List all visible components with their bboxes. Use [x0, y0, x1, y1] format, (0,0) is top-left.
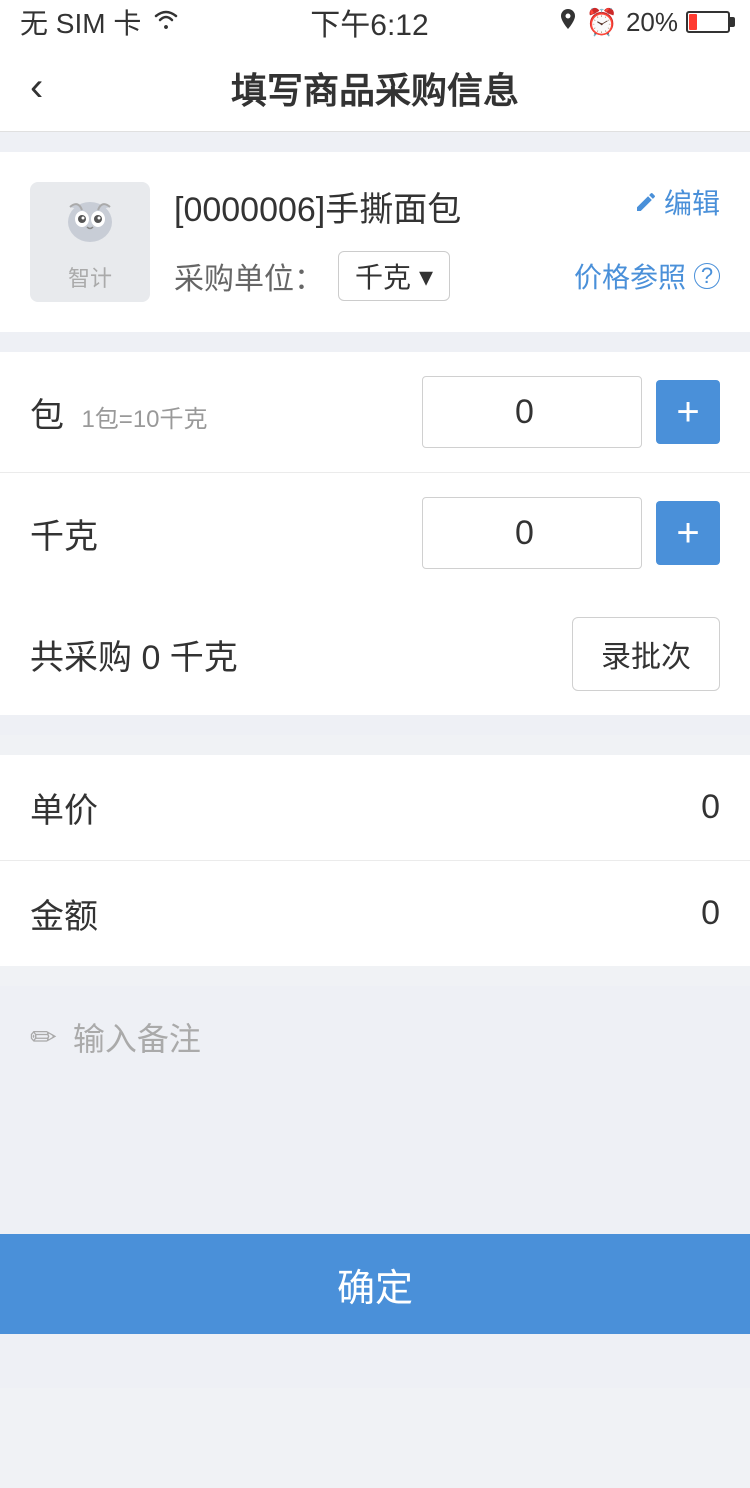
divider-mid2 — [0, 715, 750, 735]
wifi-icon — [151, 6, 181, 38]
amount-value: 0 — [701, 894, 720, 933]
unit-price-label: 单价 — [30, 783, 98, 832]
chevron-down-icon: ▾ — [419, 260, 433, 293]
product-info: [0000006]手撕面包 编辑 采购单位： 千克 ▾ 价格参照 ? — [174, 182, 720, 301]
kg-input[interactable] — [422, 497, 642, 569]
price-ref-link[interactable]: 价格参照 ? — [574, 256, 720, 296]
bag-input[interactable] — [422, 376, 642, 448]
location-icon — [558, 7, 578, 38]
kg-label: 千克 — [30, 509, 170, 558]
bag-plus-button[interactable]: + — [656, 380, 720, 444]
status-bar: 无 SIM 卡 下午6:12 ⏰ 20% — [0, 0, 750, 44]
unit-price-row: 单价 0 — [0, 755, 750, 861]
sim-status: 无 SIM 卡 — [20, 2, 141, 42]
bag-input-row: 包 1包=10千克 + — [0, 352, 750, 473]
back-button[interactable]: ‹ — [30, 55, 63, 120]
bag-label: 包 1包=10千克 — [30, 388, 208, 437]
confirm-bar[interactable]: 确定 — [0, 1234, 750, 1334]
kg-input-row: 千克 + — [0, 473, 750, 593]
kg-plus-button[interactable]: + — [656, 501, 720, 565]
purchase-unit-label: 采购单位： — [174, 254, 324, 298]
unit-price-value: 0 — [701, 788, 720, 827]
summary-text: 共采购 0 千克 — [30, 630, 238, 679]
divider-mid — [0, 332, 750, 352]
unit-dropdown[interactable]: 千克 ▾ — [338, 251, 450, 301]
product-name: [0000006]手撕面包 — [174, 182, 461, 231]
bag-sublabel: 1包=10千克 — [81, 406, 207, 433]
notes-section[interactable]: ✏ 输入备注 — [0, 986, 750, 1088]
product-image: 智计 — [30, 182, 150, 302]
batch-button[interactable]: 录批次 — [572, 617, 720, 691]
battery-percent: 20% — [626, 7, 678, 38]
divider-top — [0, 132, 750, 152]
confirm-button[interactable]: 确定 — [337, 1257, 413, 1312]
pencil-icon: ✏ — [30, 1018, 57, 1056]
input-section: 包 1包=10千克 + 千克 + — [0, 352, 750, 593]
price-info-section: 单价 0 金额 0 — [0, 755, 750, 966]
product-card: 智计 [0000006]手撕面包 编辑 采购单位： 千克 ▾ — [0, 152, 750, 332]
amount-row: 金额 0 — [0, 861, 750, 966]
summary-row: 共采购 0 千克 录批次 — [0, 593, 750, 715]
battery-icon — [686, 11, 730, 33]
status-time: 下午6:12 — [310, 0, 428, 44]
amount-label: 金额 — [30, 889, 98, 938]
status-right: ⏰ 20% — [558, 7, 730, 38]
status-left: 无 SIM 卡 — [20, 2, 181, 42]
logo-text: 智计 — [68, 261, 112, 293]
nav-bar: ‹ 填写商品采购信息 — [0, 44, 750, 132]
info-icon: ? — [694, 263, 720, 289]
notes-placeholder: 输入备注 — [73, 1014, 201, 1060]
page-title: 填写商品采购信息 — [231, 62, 519, 114]
alarm-icon: ⏰ — [586, 7, 618, 38]
edit-link[interactable]: 编辑 — [634, 182, 720, 222]
owl-icon — [60, 192, 120, 257]
